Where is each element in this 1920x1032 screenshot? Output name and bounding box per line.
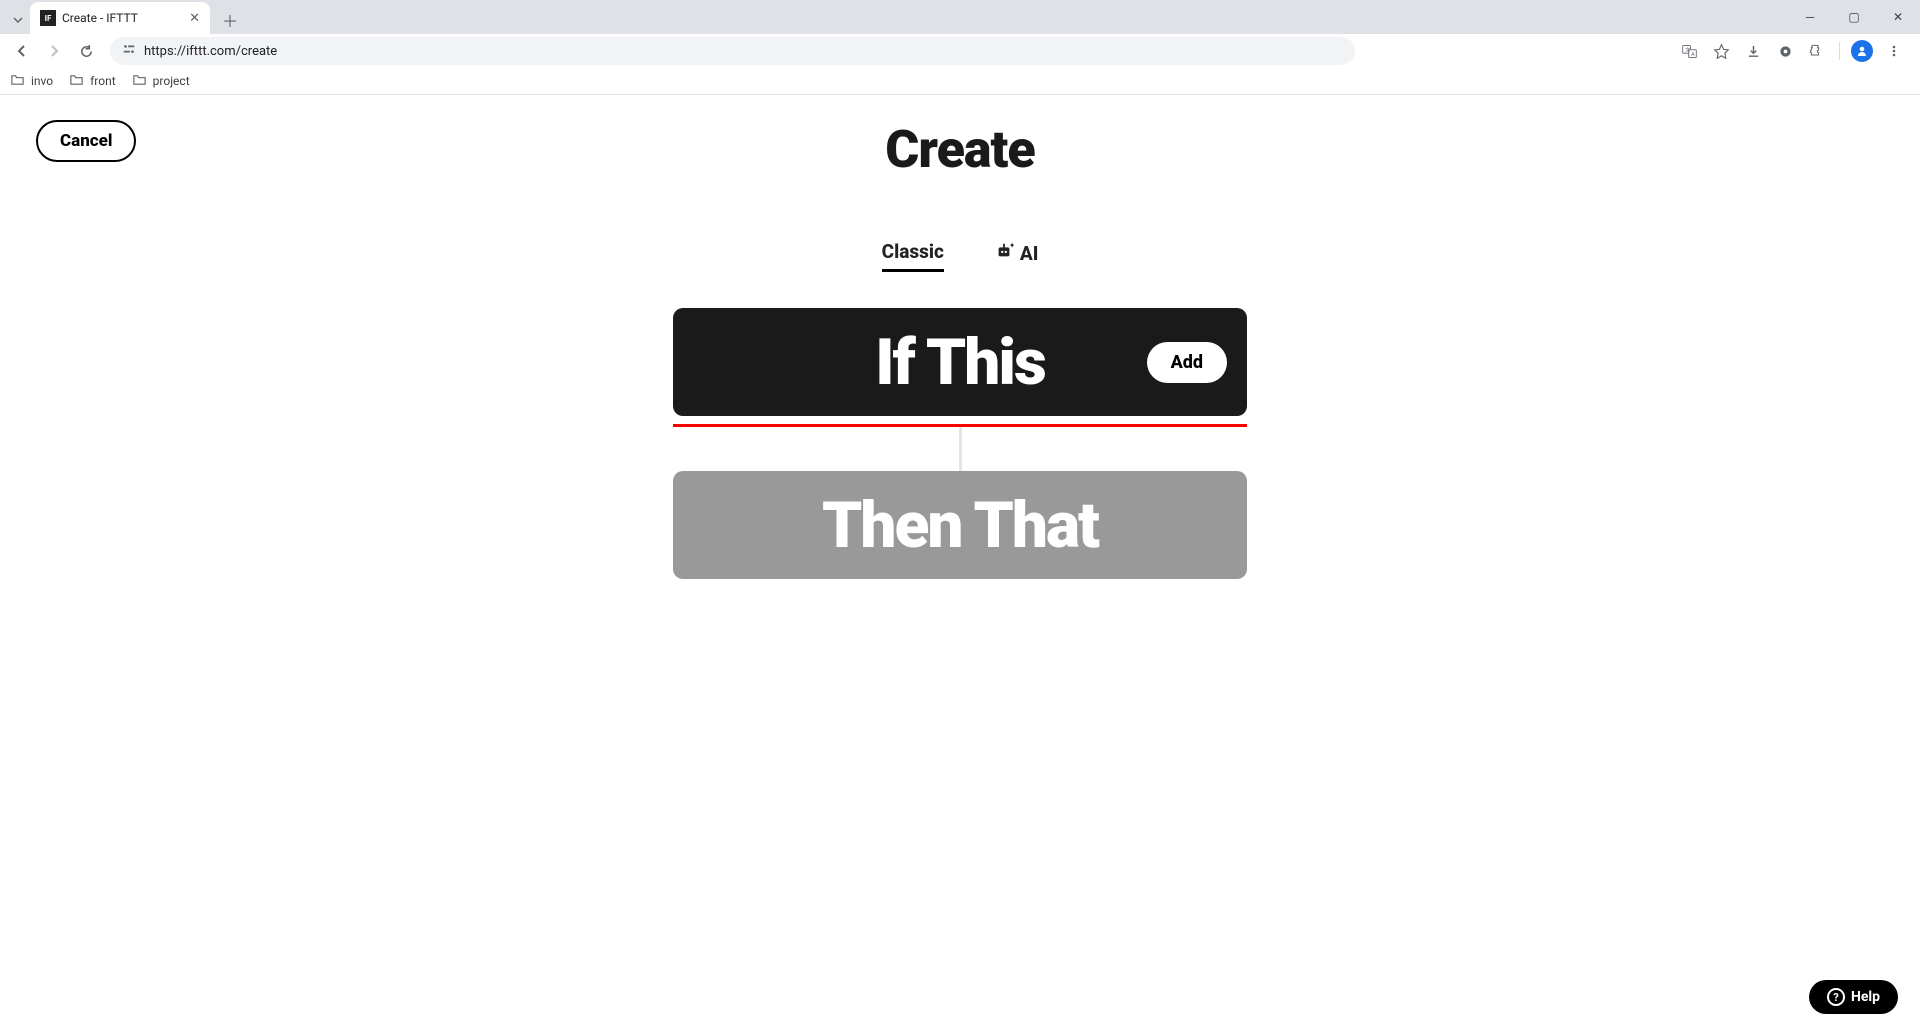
- close-tab-icon[interactable]: ✕: [189, 11, 200, 26]
- folder-icon: [69, 72, 84, 90]
- tab-bar: IF Create - IFTTT ✕ ＋ ─ ▢ ✕: [0, 0, 1920, 34]
- page-content: Cancel Create Classic ✦ AI If This Add T…: [0, 95, 1920, 1032]
- browser-chrome: IF Create - IFTTT ✕ ＋ ─ ▢ ✕ https://iftt…: [0, 0, 1920, 95]
- browser-tab[interactable]: IF Create - IFTTT ✕: [30, 2, 210, 34]
- help-widget[interactable]: ? Help: [1809, 980, 1898, 1014]
- bookmark-label: project: [153, 74, 190, 88]
- bookmark-project[interactable]: project: [132, 72, 190, 90]
- connector-line: [959, 427, 962, 471]
- address-bar[interactable]: https://ifttt.com/create: [110, 37, 1355, 65]
- bookmarks-bar: invo front project: [0, 68, 1920, 95]
- tab-ai-label: AI: [1020, 242, 1039, 265]
- toolbar-right: 文A: [1675, 37, 1912, 65]
- page-title: Create: [0, 95, 1920, 180]
- bookmark-invo[interactable]: invo: [10, 72, 53, 90]
- site-settings-icon[interactable]: [122, 42, 136, 60]
- menu-icon[interactable]: [1880, 37, 1908, 65]
- mode-tabs: Classic ✦ AI: [0, 240, 1920, 272]
- minimize-icon[interactable]: ─: [1788, 0, 1832, 34]
- tab-title: Create - IFTTT: [62, 11, 183, 25]
- cancel-button[interactable]: Cancel: [36, 120, 136, 162]
- extension-settings-icon[interactable]: [1771, 37, 1799, 65]
- extensions-icon[interactable]: [1803, 37, 1831, 65]
- then-that-label: Then That: [822, 488, 1098, 563]
- window-controls: ─ ▢ ✕: [1788, 0, 1920, 34]
- bookmark-star-icon[interactable]: [1707, 37, 1735, 65]
- browser-toolbar: https://ifttt.com/create 文A: [0, 34, 1920, 68]
- help-label: Help: [1851, 989, 1880, 1005]
- then-that-block: Then That: [673, 471, 1247, 579]
- if-this-block[interactable]: If This Add: [673, 308, 1247, 416]
- divider: [1839, 42, 1840, 60]
- tab-search-icon[interactable]: [6, 6, 30, 34]
- favicon-icon: IF: [40, 10, 56, 26]
- avatar-icon: [1851, 40, 1873, 62]
- tab-classic[interactable]: Classic: [882, 240, 944, 272]
- svg-text:✦: ✦: [1009, 242, 1014, 249]
- translate-icon[interactable]: 文A: [1675, 37, 1703, 65]
- help-icon: ?: [1827, 988, 1845, 1006]
- back-button[interactable]: [8, 37, 36, 65]
- forward-button[interactable]: [40, 37, 68, 65]
- maximize-icon[interactable]: ▢: [1832, 0, 1876, 34]
- if-this-label: If This: [875, 325, 1045, 400]
- tab-classic-label: Classic: [882, 240, 944, 263]
- tab-ai[interactable]: ✦ AI: [994, 242, 1039, 271]
- bookmark-front[interactable]: front: [69, 72, 116, 90]
- download-icon[interactable]: [1739, 37, 1767, 65]
- close-window-icon[interactable]: ✕: [1876, 0, 1920, 34]
- add-trigger-button[interactable]: Add: [1147, 342, 1227, 383]
- ai-robot-icon: ✦: [994, 242, 1014, 264]
- svg-text:文: 文: [1685, 46, 1690, 53]
- bookmark-label: invo: [31, 74, 53, 88]
- profile-avatar[interactable]: [1848, 37, 1876, 65]
- url-text: https://ifttt.com/create: [144, 44, 277, 59]
- bookmark-label: front: [90, 74, 116, 88]
- flow-container: If This Add Then That: [0, 308, 1920, 579]
- folder-icon: [132, 72, 147, 90]
- folder-icon: [10, 72, 25, 90]
- reload-button[interactable]: [72, 37, 100, 65]
- new-tab-button[interactable]: ＋: [216, 6, 244, 34]
